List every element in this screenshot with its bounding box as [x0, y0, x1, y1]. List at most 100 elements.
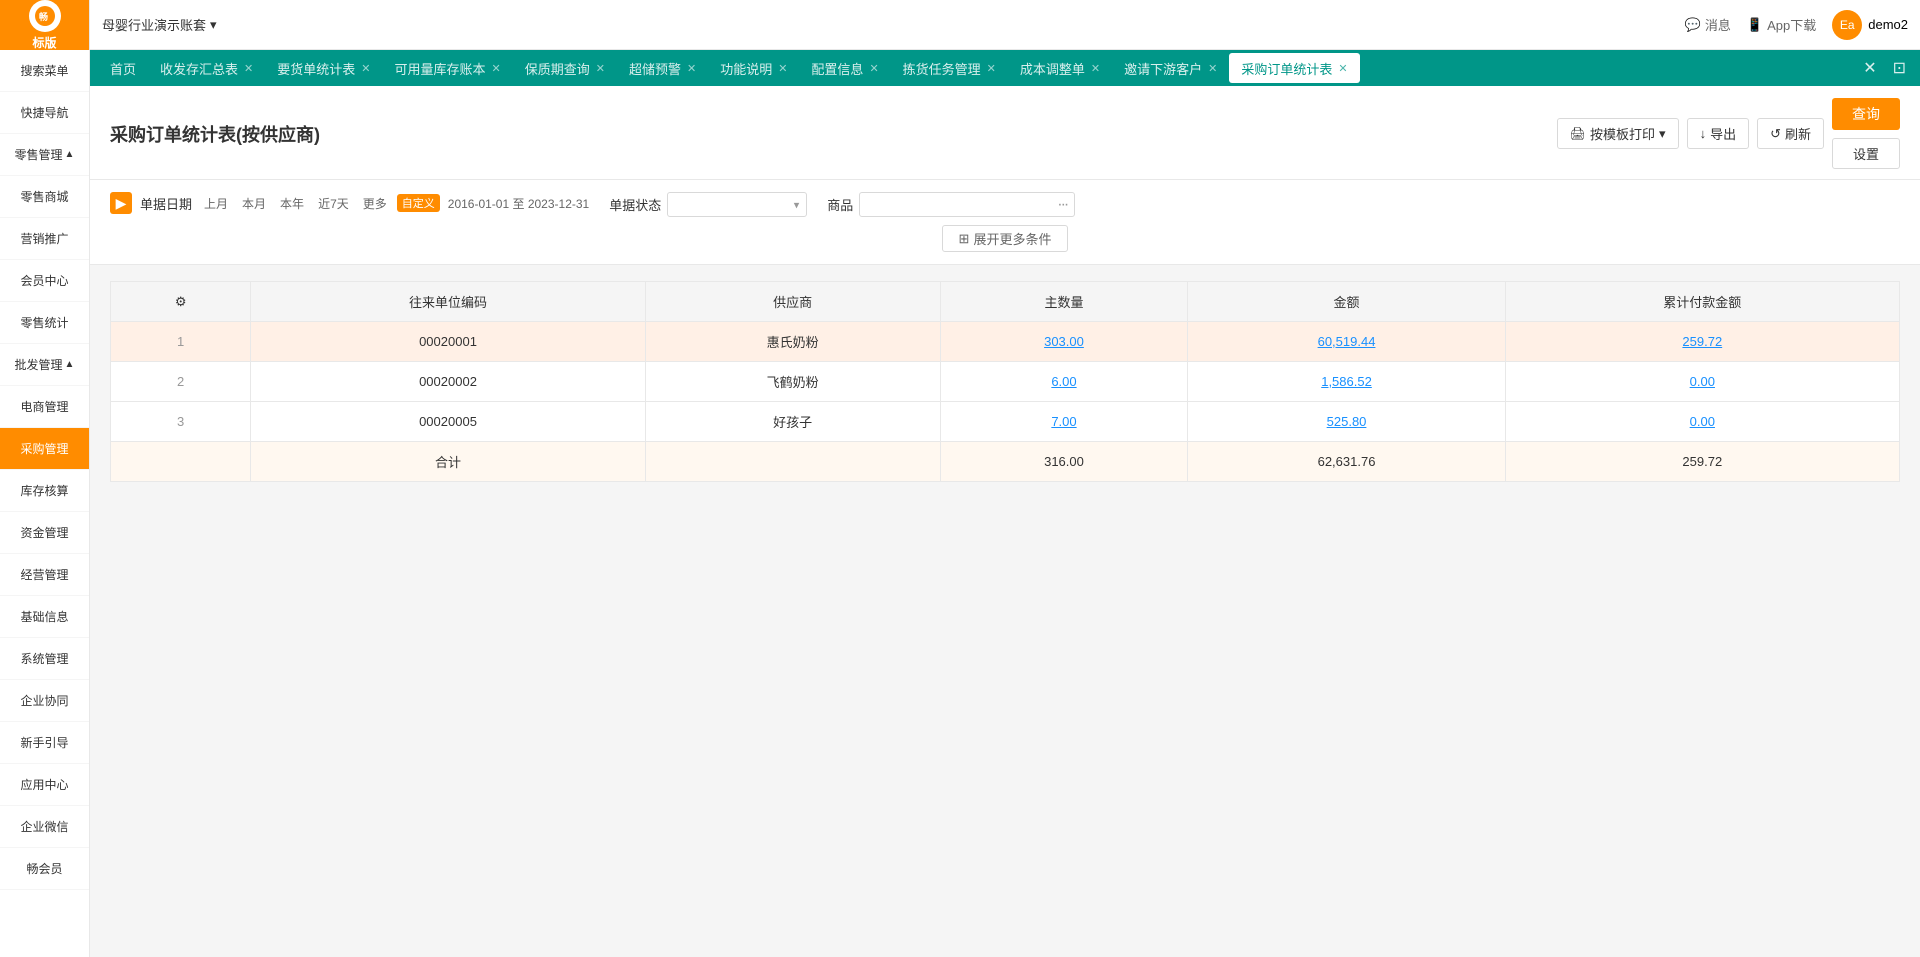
- goods-input[interactable]: [859, 192, 1075, 217]
- row-paid: 259.72: [1505, 322, 1899, 362]
- sidebar-item-10[interactable]: 库存核算: [0, 470, 89, 512]
- sidebar-item-1[interactable]: 快捷导航: [0, 92, 89, 134]
- tab-9[interactable]: 成本调整单✕: [1008, 53, 1112, 83]
- row-qty: 6.00: [940, 362, 1188, 402]
- topbar-right: 💬 消息 📱 App下载 Ea demo2: [1685, 10, 1908, 40]
- page-header: 采购订单统计表(按供应商) 🖨 按模板打印 ▾ ↓ 导出 ↺ 刷新 查询 设置: [90, 86, 1920, 180]
- tab-1[interactable]: 收发存汇总表 ✕: [148, 53, 265, 83]
- topbar: 母婴行业演示账套 ▾ 💬 消息 📱 App下载 Ea demo2: [90, 0, 1920, 50]
- sidebar-item-5[interactable]: 会员中心: [0, 260, 89, 302]
- tab-label: 保质期查询: [525, 59, 590, 78]
- filter-more-row: ⊞ 展开更多条件: [110, 225, 1900, 252]
- user-menu[interactable]: Ea demo2: [1832, 10, 1908, 40]
- message-icon: 💬: [1685, 17, 1701, 33]
- more-dates-btn[interactable]: 更多: [359, 194, 391, 213]
- filter-toggle-btn[interactable]: ▶: [110, 192, 132, 214]
- tab-6[interactable]: 功能说明✕: [708, 53, 799, 83]
- sidebar-item-9[interactable]: 采购管理: [0, 428, 89, 470]
- tab-close-icon[interactable]: ✕: [1338, 62, 1347, 75]
- tab-close-icon[interactable]: ✕: [778, 62, 787, 75]
- col-gear: ⚙: [111, 282, 251, 322]
- footer-amount: 62,631.76: [1188, 442, 1505, 482]
- footer-empty-1: [111, 442, 251, 482]
- goods-filter: 商品 ···: [827, 192, 1075, 217]
- tab-close-icon[interactable]: ✕: [687, 62, 696, 75]
- sidebar-item-16[interactable]: 新手引导: [0, 722, 89, 764]
- tab-10[interactable]: 邀请下游客户✕: [1112, 53, 1229, 83]
- sidebar-menu: 搜索菜单快捷导航零售管理▲零售商城营销推广会员中心零售统计批发管理▲电商管理采购…: [0, 50, 89, 957]
- tab-close-icon[interactable]: ✕: [869, 62, 878, 75]
- sidebar-item-0[interactable]: 搜索菜单: [0, 50, 89, 92]
- tab-2[interactable]: 要货单统计表✕: [265, 53, 382, 83]
- last-month-btn[interactable]: 上月: [200, 194, 232, 213]
- date-filter-label: 单据日期: [140, 194, 192, 213]
- refresh-button[interactable]: ↺ 刷新: [1757, 118, 1824, 149]
- tab-0[interactable]: 首页: [98, 53, 148, 83]
- sidebar-item-12[interactable]: 经营管理: [0, 554, 89, 596]
- table-footer-row: 合计 316.00 62,631.76 259.72: [111, 442, 1900, 482]
- filter-area: ▶ 单据日期 上月 本月 本年 近7天 更多 自定义 2016-01-01 至 …: [90, 180, 1920, 265]
- tab-close-icon[interactable]: ✕: [596, 62, 605, 75]
- app-logo-label: 标版: [32, 34, 56, 51]
- company-selector[interactable]: 母婴行业演示账套 ▾: [102, 15, 217, 34]
- maximize-tab-btn[interactable]: ⊡: [1887, 56, 1912, 80]
- goods-label: 商品: [827, 195, 853, 214]
- sidebar-item-6[interactable]: 零售统计: [0, 302, 89, 344]
- sidebar-item-14[interactable]: 系统管理: [0, 638, 89, 680]
- this-year-btn[interactable]: 本年: [276, 194, 308, 213]
- query-button[interactable]: 查询: [1832, 98, 1900, 130]
- print-icon: 🖨: [1570, 126, 1587, 142]
- row-supplier: 惠氏奶粉: [645, 322, 940, 362]
- tab-close-icon[interactable]: ✕: [361, 62, 370, 75]
- tab-close-icon[interactable]: ✕: [492, 62, 501, 75]
- custom-date-tag[interactable]: 自定义: [397, 194, 440, 212]
- tab-7[interactable]: 配置信息✕: [799, 53, 890, 83]
- sidebar-item-4[interactable]: 营销推广: [0, 218, 89, 260]
- message-label: 消息: [1705, 15, 1731, 34]
- sidebar-item-7[interactable]: 批发管理▲: [0, 344, 89, 386]
- tab-8[interactable]: 拣货任务管理 ✕: [891, 53, 1008, 83]
- sidebar-item-2[interactable]: 零售管理▲: [0, 134, 89, 176]
- sidebar-item-19[interactable]: 畅会员: [0, 848, 89, 890]
- sidebar-item-11[interactable]: 资金管理: [0, 512, 89, 554]
- this-month-btn[interactable]: 本月: [238, 194, 270, 213]
- sidebar-item-13[interactable]: 基础信息: [0, 596, 89, 638]
- tab-3[interactable]: 可用量库存账本✕: [382, 53, 512, 83]
- tab-4[interactable]: 保质期查询 ✕: [513, 53, 617, 83]
- date-shortcuts: 上月 本月 本年 近7天 更多 自定义: [200, 194, 440, 213]
- row-index: 3: [111, 402, 251, 442]
- tab-close-icon[interactable]: ✕: [1208, 62, 1217, 75]
- app-download-button[interactable]: 📱 App下载: [1747, 15, 1816, 34]
- row-paid: 0.00: [1505, 402, 1899, 442]
- tab-close-icon[interactable]: ✕: [987, 62, 996, 75]
- table-row[interactable]: 3 00020005 好孩子 7.00 525.80 0.00: [111, 402, 1900, 442]
- print-button[interactable]: 🖨 按模板打印 ▾: [1557, 118, 1679, 149]
- sidebar-item-15[interactable]: 企业协同: [0, 680, 89, 722]
- table-row[interactable]: 1 00020001 惠氏奶粉 303.00 60,519.44 259.72: [111, 322, 1900, 362]
- goods-search-icon[interactable]: ···: [1057, 196, 1067, 214]
- message-button[interactable]: 💬 消息: [1685, 15, 1731, 34]
- last-7-days-btn[interactable]: 近7天: [314, 194, 353, 213]
- status-select[interactable]: [667, 192, 807, 217]
- tab-label: 采购订单统计表: [1241, 59, 1332, 78]
- main-content: 母婴行业演示账套 ▾ 💬 消息 📱 App下载 Ea demo2 首页收发存汇总…: [90, 0, 1920, 957]
- sidebar-item-18[interactable]: 企业微信: [0, 806, 89, 848]
- tab-label: 首页: [110, 59, 136, 78]
- expand-filter-btn[interactable]: ⊞ 展开更多条件: [942, 225, 1069, 252]
- tab-5[interactable]: 超储预警✕: [617, 53, 708, 83]
- table-row[interactable]: 2 00020002 飞鹤奶粉 6.00 1,586.52 0.00: [111, 362, 1900, 402]
- tab-label: 收发存汇总表: [160, 59, 238, 78]
- settings-button[interactable]: 设置: [1832, 138, 1900, 169]
- sidebar-item-17[interactable]: 应用中心: [0, 764, 89, 806]
- tab-close-icon[interactable]: ✕: [244, 62, 253, 75]
- sidebar-item-8[interactable]: 电商管理: [0, 386, 89, 428]
- table-header-row: ⚙ 往来单位编码 供应商 主数量 金额 累计付款金额: [111, 282, 1900, 322]
- company-name: 母婴行业演示账套: [102, 15, 206, 34]
- export-button[interactable]: ↓ 导出: [1687, 118, 1750, 149]
- tab-11[interactable]: 采购订单统计表 ✕: [1229, 53, 1359, 83]
- close-tab-btn[interactable]: ✕: [1857, 56, 1882, 80]
- tab-label: 拣货任务管理: [903, 59, 981, 78]
- row-supplier: 飞鹤奶粉: [645, 362, 940, 402]
- tab-close-icon[interactable]: ✕: [1091, 62, 1100, 75]
- sidebar-item-3[interactable]: 零售商城: [0, 176, 89, 218]
